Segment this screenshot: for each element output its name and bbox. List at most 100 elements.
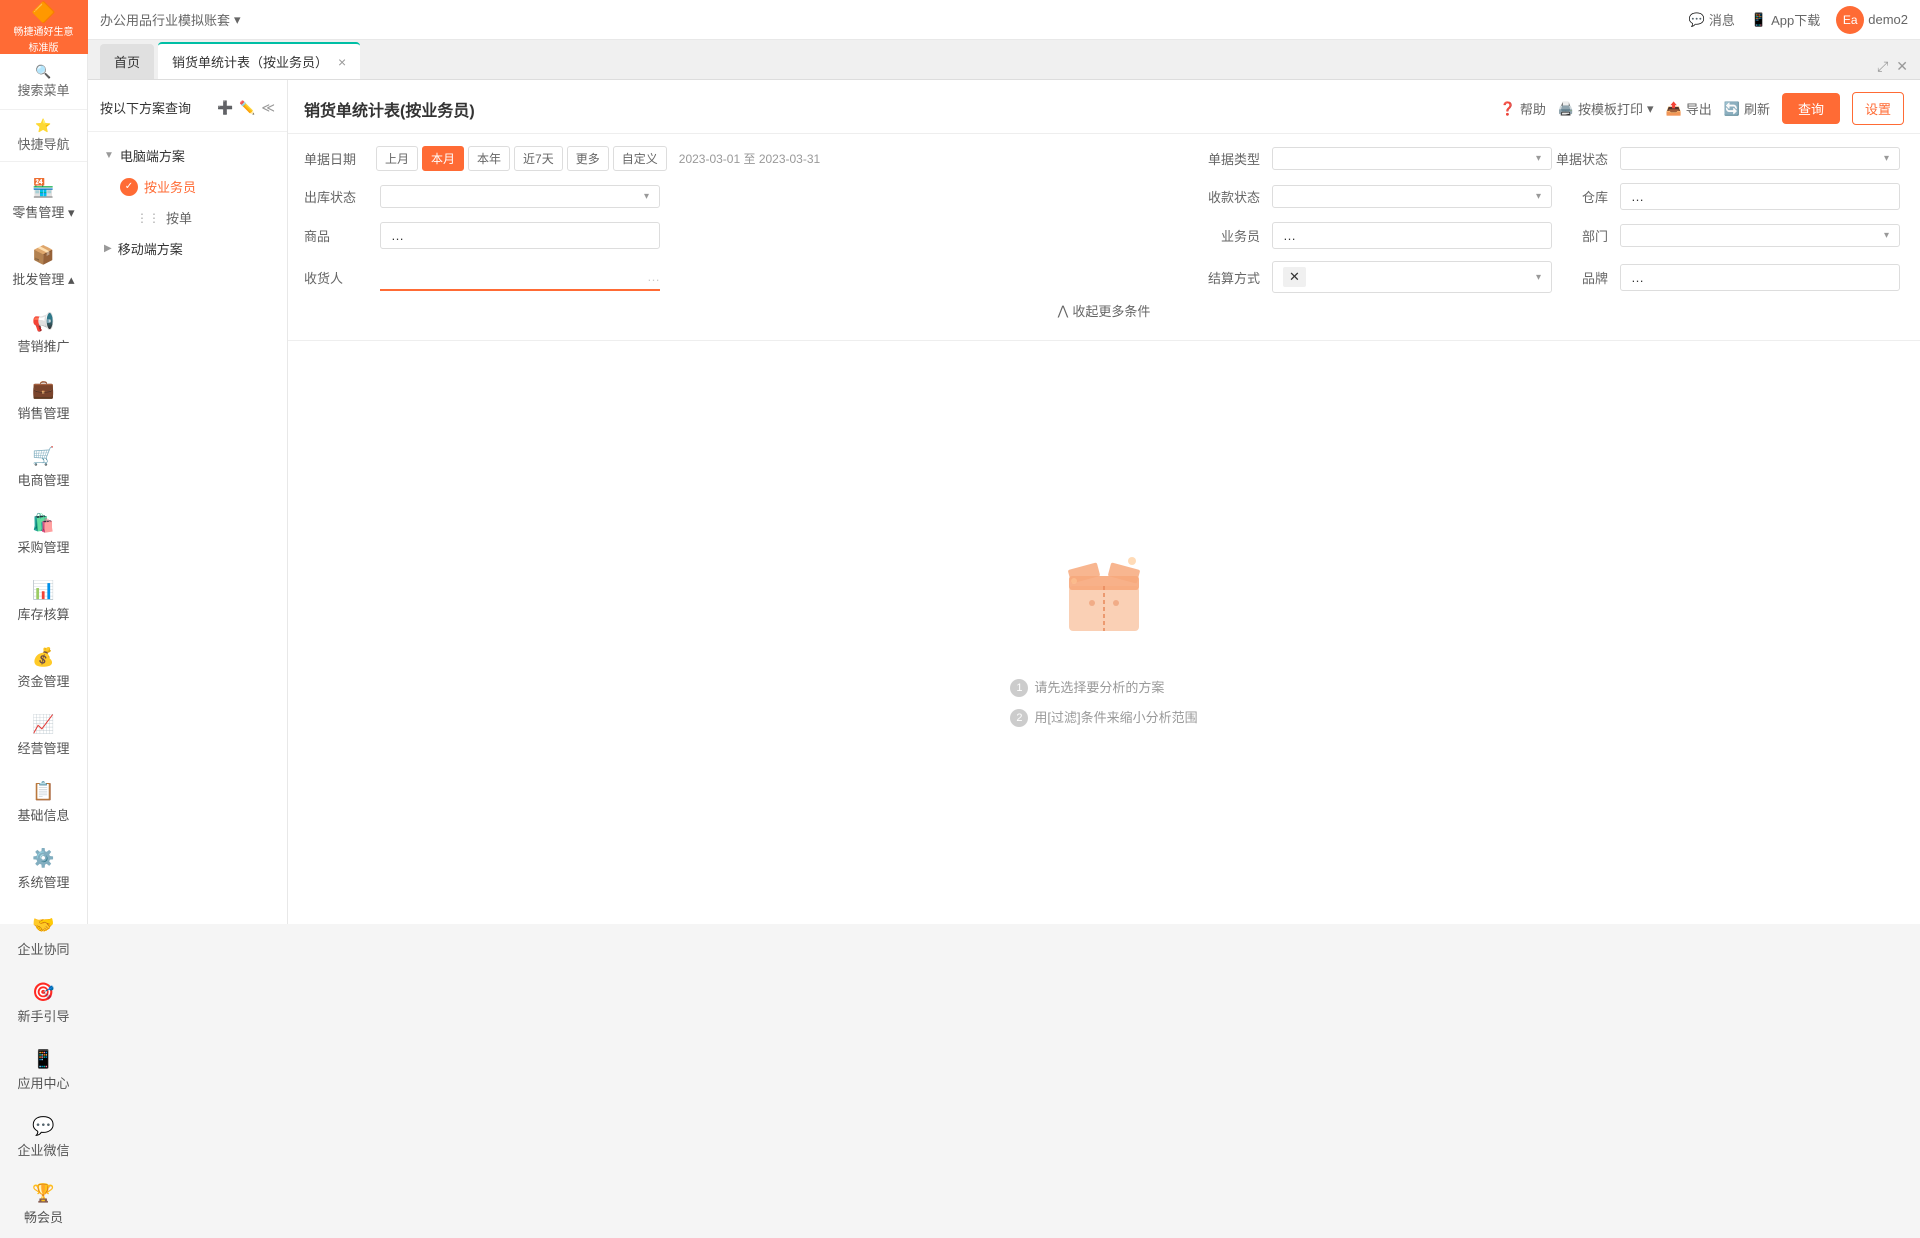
sidebar-item-system[interactable]: ⚙️ 系统管理 — [0, 836, 87, 903]
receiver-input[interactable] — [384, 264, 643, 289]
date-btn-more[interactable]: 更多 — [567, 146, 609, 171]
maximize-button[interactable]: ⤢ — [1877, 58, 1888, 75]
payment-status-label: 收款状态 — [1208, 187, 1268, 206]
tree-desktop-group[interactable]: ▼ 电脑端方案 — [88, 140, 287, 171]
print-button[interactable]: 🖨️ 按模板打印 ▾ — [1558, 99, 1654, 118]
date-btn-custom[interactable]: 自定义 — [613, 146, 667, 171]
status-selector[interactable]: ▾ — [1620, 147, 1900, 170]
date-btn-7days[interactable]: 近7天 — [514, 146, 563, 171]
sidebar-item-sales[interactable]: 💼 销售管理 — [0, 367, 87, 434]
marketing-icon: 📢 — [32, 312, 54, 333]
status-dropdown-arrow: ▾ — [1884, 153, 1889, 164]
filter-row-2: 出库状态 ▾ 收款状态 ▾ 仓库 … — [304, 183, 1904, 210]
sidebar-item-marketing[interactable]: 📢 营销推广 — [0, 300, 87, 367]
tab-current[interactable]: 销货单统计表（按业务员） × — [158, 42, 360, 79]
goods-label: 商品 — [304, 226, 376, 245]
payment-status-selector[interactable]: ▾ — [1272, 185, 1552, 208]
receiver-clear-btn[interactable]: … — [647, 269, 660, 284]
date-button-group: 上月 本月 本年 近7天 更多 自定义 2023-03-01 至 2023-03… — [376, 146, 820, 171]
brand-selector[interactable]: … — [1620, 264, 1900, 291]
settings-button[interactable]: 设置 — [1852, 92, 1904, 125]
refresh-icon: 🔄 — [1724, 101, 1740, 117]
panel-icon-group: ➕ ✏️ ≪ — [217, 100, 275, 116]
edit-scheme-icon[interactable]: ✏️ — [239, 100, 255, 116]
salesman-label: 业务员 — [1208, 226, 1268, 245]
payment-method-selector[interactable]: ✕ ▾ — [1272, 261, 1552, 293]
filter-area: 单据日期 上月 本月 本年 近7天 更多 自定义 2023-03-01 至 20… — [288, 134, 1920, 341]
refresh-button[interactable]: 🔄 刷新 — [1724, 99, 1770, 118]
out-status-selector[interactable]: ▾ — [380, 185, 660, 208]
sidebar-item-corpwechat[interactable]: 💬 企业微信 — [0, 1104, 87, 1171]
dept-label: 部门 — [1556, 226, 1616, 245]
sidebar-item-basic[interactable]: 📋 基础信息 — [0, 769, 87, 836]
export-button[interactable]: 📤 导出 — [1666, 99, 1712, 118]
left-panel-header: 按以下方案查询 ➕ ✏️ ≪ — [88, 92, 287, 123]
add-scheme-icon[interactable]: ➕ — [217, 100, 233, 116]
app-download-btn[interactable]: 📱 App下载 — [1751, 10, 1820, 29]
tree-item-by-salesman[interactable]: ✓ 按业务员 — [88, 171, 287, 202]
close-tab-button[interactable]: × — [338, 54, 346, 70]
header-left: 办公用品行业模拟账套 ▾ — [100, 10, 241, 29]
brand-label: 品牌 — [1556, 268, 1616, 287]
type-label: 单据类型 — [1208, 149, 1268, 168]
sidebar-item-coop[interactable]: 🤝 企业协同 — [0, 903, 87, 970]
dept-dropdown-arrow: ▾ — [1884, 230, 1889, 241]
order-icon: ⋮⋮ — [136, 211, 160, 225]
export-icon: 📤 — [1666, 101, 1682, 117]
empty-tip-2: 2 用[过滤]条件来缩小分析范围 — [1010, 705, 1197, 731]
filter-row-1: 单据日期 上月 本月 本年 近7天 更多 自定义 2023-03-01 至 20… — [304, 146, 1904, 171]
content-area: 按以下方案查询 ➕ ✏️ ≪ ▼ 电脑端方案 ✓ 按业务员 ⋮⋮ 按单 — [88, 80, 1920, 924]
tab-home[interactable]: 首页 — [100, 44, 154, 79]
date-btn-this-year[interactable]: 本年 — [468, 146, 510, 171]
dept-selector[interactable]: ▾ — [1620, 224, 1900, 247]
sidebar-item-operation[interactable]: 📈 经营管理 — [0, 702, 87, 769]
query-button[interactable]: 查询 — [1782, 93, 1840, 124]
app-logo[interactable]: 🔶 畅捷通好生意 标准版 — [0, 0, 88, 54]
sidebar-item-wholesale[interactable]: 📦 批发管理 ▴ — [0, 233, 87, 300]
salesman-selector[interactable]: … — [1272, 222, 1552, 249]
tree-item-by-order[interactable]: ⋮⋮ 按单 — [88, 202, 287, 233]
empty-tip-1: 1 请先选择要分析的方案 — [1010, 675, 1197, 701]
tree-mobile-group[interactable]: ▶ 移动端方案 — [88, 233, 287, 264]
user-avatar-area[interactable]: Ea demo2 — [1836, 6, 1908, 34]
username: demo2 — [1868, 12, 1908, 27]
sidebar-item-appcenter[interactable]: 📱 应用中心 — [0, 1037, 87, 1104]
avatar: Ea — [1836, 6, 1864, 34]
warehouse-selector[interactable]: … — [1620, 183, 1900, 210]
home-tab-label: 首页 — [114, 52, 140, 71]
search-menu[interactable]: 🔍 搜索菜单 — [0, 54, 87, 110]
quick-nav[interactable]: ⭐ 快捷导航 — [0, 110, 87, 162]
operation-icon: 📈 — [32, 714, 54, 735]
goods-selector[interactable]: … — [380, 222, 660, 249]
message-btn[interactable]: 💬 消息 — [1689, 10, 1735, 29]
inventory-icon: 📊 — [32, 580, 54, 601]
sidebar-item-finance[interactable]: 💰 资金管理 — [0, 635, 87, 702]
sidebar-item-member[interactable]: 🏆 畅会员 — [0, 1171, 87, 1238]
current-tab-label: 销货单统计表（按业务员） — [172, 52, 328, 71]
sidebar-item-ecom[interactable]: 🛒 电商管理 — [0, 434, 87, 501]
industry-selector[interactable]: 办公用品行业模拟账套 ▾ — [100, 10, 241, 29]
close-window-button[interactable]: ✕ — [1896, 58, 1908, 75]
date-btn-this-month[interactable]: 本月 — [422, 146, 464, 171]
empty-illustration — [1044, 531, 1164, 651]
out-status-label: 出库状态 — [304, 187, 376, 206]
member-icon: 🏆 — [32, 1183, 54, 1204]
collapse-panel-icon[interactable]: ≪ — [261, 100, 275, 116]
help-button[interactable]: ❓ 帮助 — [1500, 99, 1546, 118]
help-icon: ❓ — [1500, 101, 1516, 117]
basic-icon: 📋 — [32, 781, 54, 802]
tree-desktop-label: 电脑端方案 — [120, 146, 185, 165]
date-range-display: 2023-03-01 至 2023-03-31 — [679, 150, 820, 167]
tree-expand-icon: ▼ — [104, 150, 114, 161]
sidebar-item-purchase[interactable]: 🛍️ 采购管理 — [0, 501, 87, 568]
sidebar-item-inventory[interactable]: 📊 库存核算 — [0, 568, 87, 635]
payment-method-label: 结算方式 — [1208, 268, 1268, 287]
sidebar-item-retail[interactable]: 🏪 零售管理 ▾ — [0, 166, 87, 233]
collapse-filter-button[interactable]: ⋀ 收起更多条件 — [304, 293, 1904, 328]
type-selector[interactable]: ▾ — [1272, 147, 1552, 170]
sidebar-item-newuser[interactable]: 🎯 新手引导 — [0, 970, 87, 1037]
print-arrow: ▾ — [1647, 101, 1654, 117]
by-order-label: 按单 — [166, 208, 192, 227]
payment-status-dropdown-arrow: ▾ — [1536, 191, 1541, 202]
date-btn-prev-month[interactable]: 上月 — [376, 146, 418, 171]
